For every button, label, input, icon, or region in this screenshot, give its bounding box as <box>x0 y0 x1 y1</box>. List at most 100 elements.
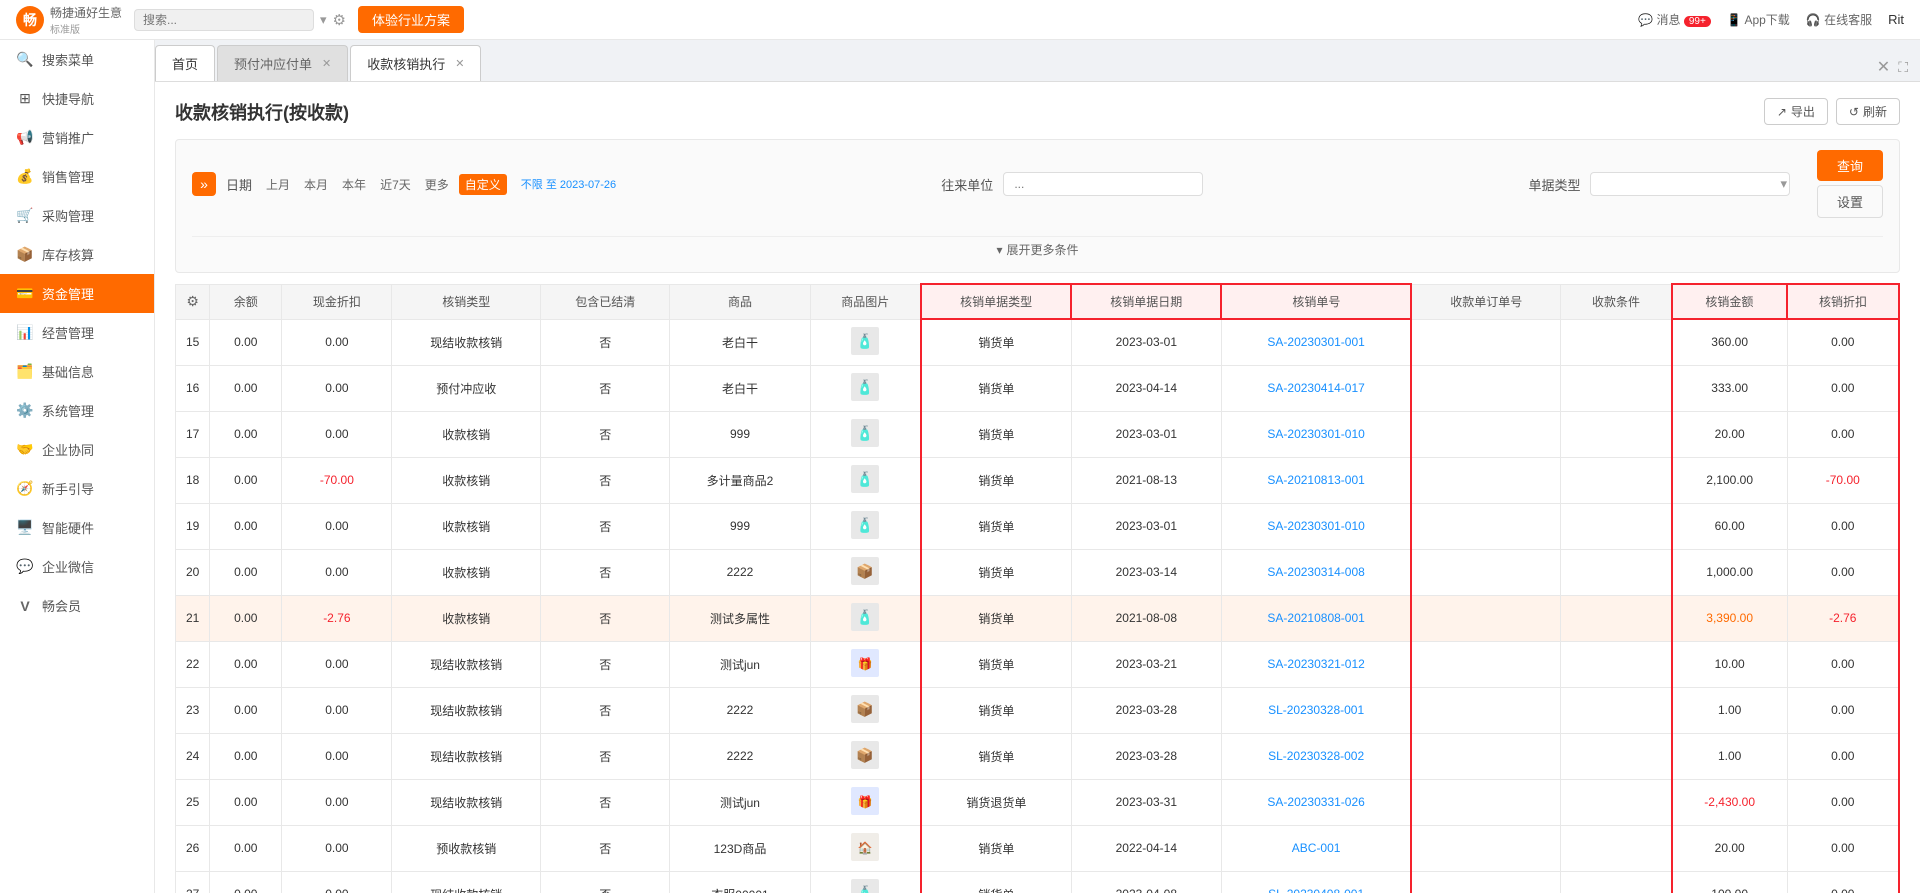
sidebar-item-member[interactable]: V 畅会员 <box>0 586 154 625</box>
td-product: 2222 <box>670 733 810 779</box>
td-verify-type: 现结收款核销 <box>392 733 541 779</box>
sidebar-item-system[interactable]: ⚙️ 系统管理 <box>0 391 154 430</box>
trial-button[interactable]: 体验行业方案 <box>358 6 464 33</box>
td-verify-discount: 0.00 <box>1787 411 1899 457</box>
td-balance: 0.00 <box>210 871 282 893</box>
sidebar-item-finance[interactable]: 💳 资金管理 <box>0 274 154 313</box>
th-doc-date: 核销单据日期 <box>1071 284 1221 319</box>
td-balance: 0.00 <box>210 825 282 871</box>
window-close-icon[interactable]: ✕ <box>1877 57 1890 77</box>
filter-partner-input[interactable] <box>1003 172 1203 196</box>
td-verify-type: 现结收款核销 <box>392 687 541 733</box>
search-dropdown-icon[interactable]: ▾ <box>320 12 327 28</box>
td-discount: -70.00 <box>282 457 392 503</box>
sidebar-item-marketing[interactable]: 📢 营销推广 <box>0 118 154 157</box>
sidebar-item-guide[interactable]: 🧭 新手引导 <box>0 469 154 508</box>
td-product: 测试多属性 <box>670 595 810 641</box>
expand-more-btn[interactable]: ▾ 展开更多条件 <box>192 236 1883 262</box>
td-balance: 0.00 <box>210 641 282 687</box>
td-condition <box>1561 549 1672 595</box>
tab-prepay-close[interactable]: ✕ <box>322 57 331 70</box>
filter-date-label: 日期 <box>226 175 252 194</box>
td-balance: 0.00 <box>210 319 282 365</box>
tab-collection-close[interactable]: ✕ <box>455 57 464 70</box>
td-discount: 0.00 <box>282 871 392 893</box>
settings-icon[interactable]: ⚙ <box>333 11 346 29</box>
th-doc-no: 核销单号 <box>1221 284 1411 319</box>
td-num: 24 <box>176 733 210 779</box>
date-btn-last-month[interactable]: 上月 <box>262 174 294 195</box>
date-btn-more[interactable]: 更多 <box>421 174 453 195</box>
sidebar-item-inventory[interactable]: 📦 库存核算 <box>0 235 154 274</box>
date-btn-7days[interactable]: 近7天 <box>376 174 415 195</box>
online-service-link[interactable]: 🎧 在线客服 <box>1806 11 1872 28</box>
th-included: 包含已结清 <box>541 284 670 319</box>
export-button[interactable]: ↗ 导出 <box>1764 98 1828 125</box>
td-verify-type: 现结收款核销 <box>392 871 541 893</box>
tab-collection[interactable]: 收款核销执行 ✕ <box>350 45 481 81</box>
sidebar-item-collab[interactable]: 🤝 企业协同 <box>0 430 154 469</box>
sidebar-item-wechat[interactable]: 💬 企业微信 <box>0 547 154 586</box>
table-row: 24 0.00 0.00 现结收款核销 否 2222 📦 销货单 2023-03… <box>176 733 1900 779</box>
logo: 畅 畅捷通好生意 标准版 <box>16 4 122 36</box>
date-btn-custom[interactable]: 自定义 <box>459 174 507 195</box>
td-included: 否 <box>541 871 670 893</box>
date-btn-this-year[interactable]: 本年 <box>338 174 370 195</box>
th-amount: 核销金额 <box>1672 284 1787 319</box>
message-icon[interactable]: 💬 消息 99+ <box>1638 11 1711 28</box>
home-icon: ⊞ <box>16 90 34 108</box>
app-download-link[interactable]: 📱 App下载 <box>1727 11 1790 28</box>
sidebar-item-sales[interactable]: 💰 销售管理 <box>0 157 154 196</box>
hardware-icon: 🖥️ <box>16 519 34 537</box>
table-header-row: ⚙ 余额 现金折扣 核销类型 包含已结清 商品 商品图片 核销单据类型 核销单据… <box>176 284 1900 319</box>
td-amount: 20.00 <box>1672 411 1787 457</box>
sidebar-item-search-menu[interactable]: 🔍 搜索菜单 <box>0 40 154 79</box>
td-num: 25 <box>176 779 210 825</box>
setting-button[interactable]: 设置 <box>1817 185 1883 218</box>
sidebar-label-hardware: 智能硬件 <box>42 518 94 537</box>
top-bar-left: 畅 畅捷通好生意 标准版 ▾ ⚙ 体验行业方案 <box>16 4 464 36</box>
td-condition <box>1561 687 1672 733</box>
svg-text:🧴: 🧴 <box>857 379 874 396</box>
td-product: 衣服00001 <box>670 871 810 893</box>
td-balance: 0.00 <box>210 733 282 779</box>
td-amount: 2,100.00 <box>1672 457 1787 503</box>
td-product-img: 🧴 <box>810 457 921 503</box>
refresh-button[interactable]: ↺ 刷新 <box>1836 98 1900 125</box>
td-order-no <box>1411 595 1560 641</box>
tab-prepay[interactable]: 预付冲应付单 ✕ <box>217 45 348 81</box>
filter-doctype-select[interactable] <box>1590 172 1790 196</box>
td-condition <box>1561 319 1672 365</box>
td-verify-type: 收款核销 <box>392 411 541 457</box>
page-title-row: 收款核销执行(按收款) ↗ 导出 ↺ 刷新 <box>175 98 1900 125</box>
td-doc-no: SL-20230328-001 <box>1221 687 1411 733</box>
sidebar-item-business[interactable]: 📊 经营管理 <box>0 313 154 352</box>
tab-home[interactable]: 首页 <box>155 45 215 81</box>
top-search-input[interactable] <box>134 9 314 31</box>
sidebar-item-quick-nav[interactable]: ⊞ 快捷导航 <box>0 79 154 118</box>
td-condition <box>1561 595 1672 641</box>
table-row: 20 0.00 0.00 收款核销 否 2222 📦 销货单 2023-03-1… <box>176 549 1900 595</box>
td-included: 否 <box>541 503 670 549</box>
td-doc-no: SA-20230321-012 <box>1221 641 1411 687</box>
query-button[interactable]: 查询 <box>1817 150 1883 181</box>
sidebar-item-basic[interactable]: 🗂️ 基础信息 <box>0 352 154 391</box>
date-btn-this-month[interactable]: 本月 <box>300 174 332 195</box>
td-doc-no: SA-20230301-010 <box>1221 411 1411 457</box>
td-num: 20 <box>176 549 210 595</box>
th-verify-discount: 核销折扣 <box>1787 284 1899 319</box>
td-condition <box>1561 457 1672 503</box>
table-container: ⚙ 余额 现金折扣 核销类型 包含已结清 商品 商品图片 核销单据类型 核销单据… <box>175 283 1900 893</box>
filter-toggle-button[interactable]: » <box>192 172 216 196</box>
td-included: 否 <box>541 641 670 687</box>
column-settings-button[interactable]: ⚙ <box>186 293 199 310</box>
td-doc-no: SA-20230301-010 <box>1221 503 1411 549</box>
window-expand-icon[interactable]: ⛶ <box>1898 59 1908 76</box>
sidebar-item-hardware[interactable]: 🖥️ 智能硬件 <box>0 508 154 547</box>
logo-text: 畅捷通好生意 <box>50 4 122 21</box>
td-product-img: 🏠 <box>810 825 921 871</box>
td-amount: 360.00 <box>1672 319 1787 365</box>
filter-dropdown-icon: ▾ <box>1780 176 1787 192</box>
th-cash-discount: 现金折扣 <box>282 284 392 319</box>
sidebar-item-purchase[interactable]: 🛒 采购管理 <box>0 196 154 235</box>
